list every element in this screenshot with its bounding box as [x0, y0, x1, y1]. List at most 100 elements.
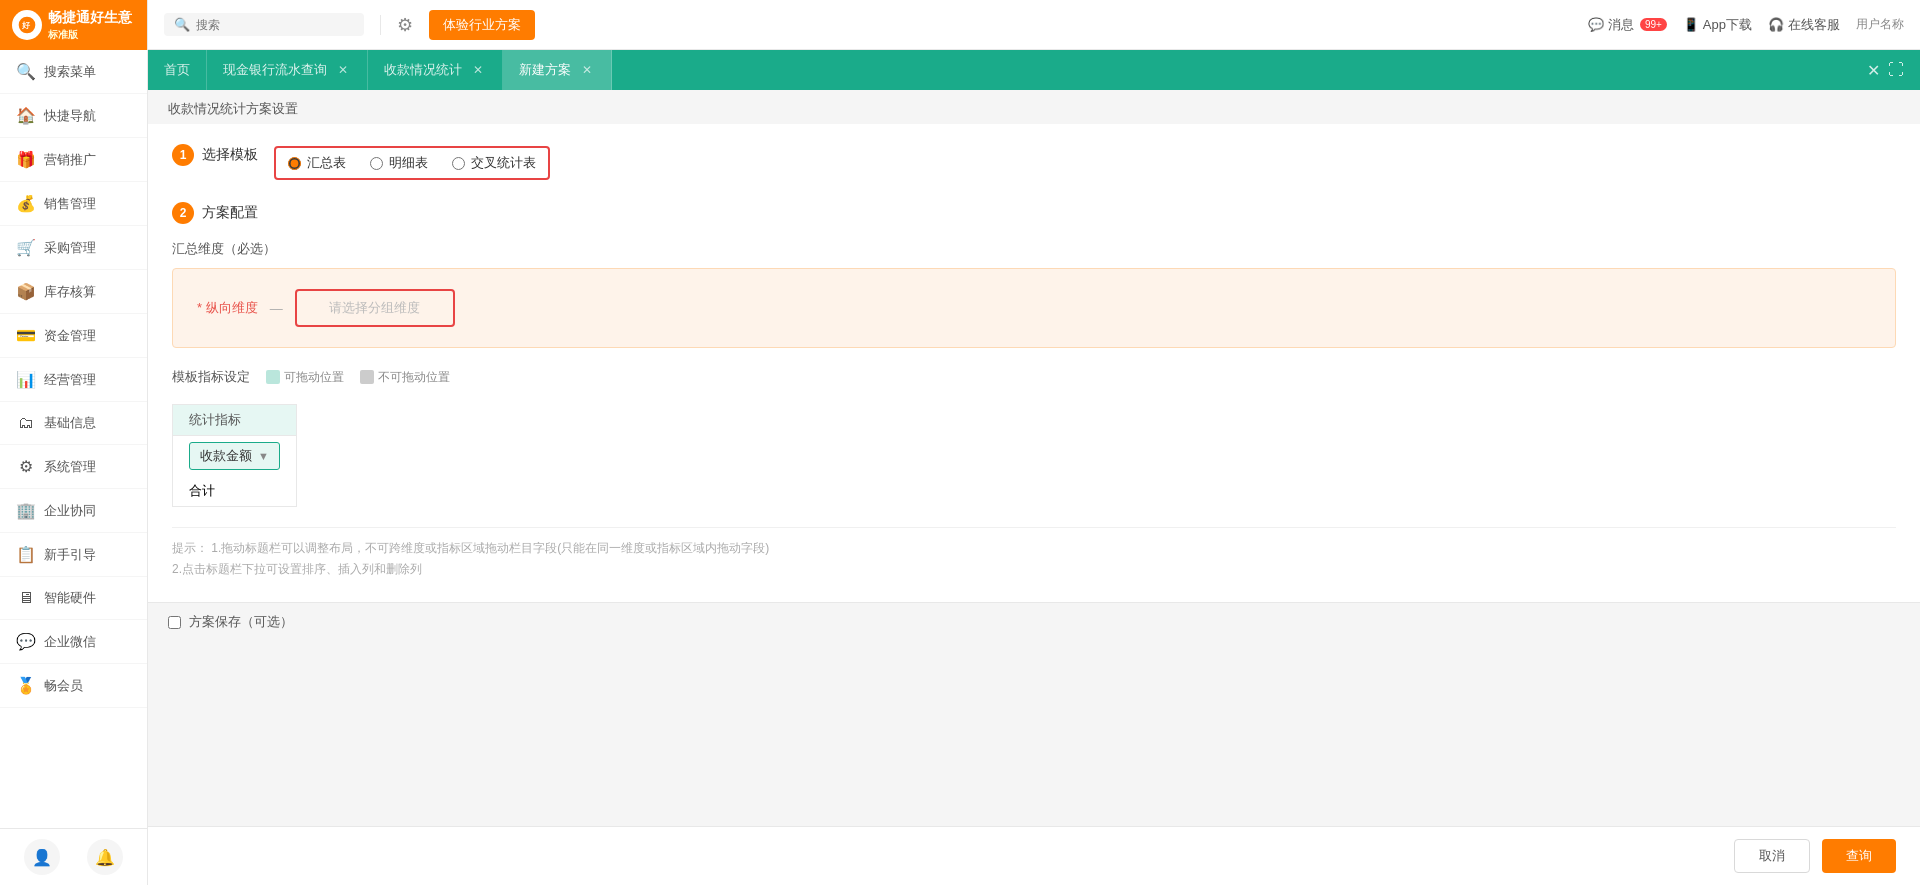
sidebar-item-guide[interactable]: 📋 新手引导 [0, 533, 147, 577]
radio-detail-input[interactable] [370, 157, 383, 170]
step2-section: 2 方案配置 汇总维度（必选） * 纵向维度 — 请选择分组维度 模板指标设定 [172, 202, 1896, 578]
sidebar-item-label: 智能硬件 [44, 589, 96, 607]
sidebar-bottom: 👤 🔔 [0, 828, 147, 885]
purchase-icon: 🛒 [16, 238, 36, 257]
stats-sum-label: 合计 [189, 482, 215, 500]
sidebar-item-purchase[interactable]: 🛒 采购管理 [0, 226, 147, 270]
sidebar-item-label: 搜索菜单 [44, 63, 96, 81]
topbar: 🔍 ⚙ 体验行业方案 💬 消息 99+ 📱 App下载 🎧 在线客服 用户名称 [148, 0, 1920, 50]
sidebar-item-label: 采购管理 [44, 239, 96, 257]
content-area: 收款情况统计方案设置 1 选择模板 汇总表 明细表 [148, 90, 1920, 826]
stats-tag-caret-icon: ▼ [258, 450, 269, 462]
save-check-label[interactable]: 方案保存（可选） [168, 613, 293, 631]
radio-summary-label: 汇总表 [307, 154, 346, 172]
inventory-icon: 📦 [16, 282, 36, 301]
topbar-right: 💬 消息 99+ 📱 App下载 🎧 在线客服 用户名称 [1588, 16, 1904, 34]
radio-detail[interactable]: 明细表 [370, 154, 428, 172]
tab-bank-flow[interactable]: 现金银行流水查询 ✕ [207, 50, 368, 90]
legend-draggable-dot [266, 370, 280, 384]
dim-config-area: * 纵向维度 — 请选择分组维度 [172, 268, 1896, 348]
tab-bank-flow-close-icon[interactable]: ✕ [335, 62, 351, 78]
svg-text:好: 好 [21, 21, 31, 30]
save-checkbox[interactable] [168, 616, 181, 629]
radio-cross[interactable]: 交叉统计表 [452, 154, 536, 172]
topbar-search-box[interactable]: 🔍 [164, 13, 364, 36]
sidebar-item-marketing[interactable]: 🎁 营销推广 [0, 138, 147, 182]
sidebar-item-search-menu[interactable]: 🔍 搜索菜单 [0, 50, 147, 94]
save-check-text: 方案保存（可选） [189, 613, 293, 631]
tab-collection-stats[interactable]: 收款情况统计 ✕ [368, 50, 503, 90]
sidebar-item-system[interactable]: ⚙ 系统管理 [0, 445, 147, 489]
message-button[interactable]: 💬 消息 99+ [1588, 16, 1667, 34]
cancel-button[interactable]: 取消 [1734, 839, 1810, 873]
tabbar: 首页 现金银行流水查询 ✕ 收款情况统计 ✕ 新建方案 ✕ ✕ ⛶ [148, 50, 1920, 90]
sidebar-item-hardware[interactable]: 🖥 智能硬件 [0, 577, 147, 620]
sidebar-bottom-icon-2[interactable]: 🔔 [87, 839, 123, 875]
sidebar-item-label: 营销推广 [44, 151, 96, 169]
indicator-settings: 模板指标设定 可拖动位置 不可拖动位置 [172, 368, 1896, 507]
topbar-search-icon: 🔍 [174, 17, 190, 32]
sidebar-item-enterprise[interactable]: 🏢 企业协同 [0, 489, 147, 533]
sidebar-item-member[interactable]: 🏅 畅会员 [0, 664, 147, 708]
radio-cross-input[interactable] [452, 157, 465, 170]
stats-tag-amount[interactable]: 收款金额 ▼ [189, 442, 280, 470]
dim-section-title: 汇总维度（必选） [172, 240, 1896, 258]
online-support-icon: 🎧 [1768, 17, 1784, 32]
page-title: 收款情况统计方案设置 [168, 101, 298, 116]
query-button[interactable]: 查询 [1822, 839, 1896, 873]
sidebar-item-label: 畅会员 [44, 677, 83, 695]
tab-new-plan-close-icon[interactable]: ✕ [579, 62, 595, 78]
tab-home[interactable]: 首页 [156, 50, 207, 90]
template-radio-group: 汇总表 明细表 交叉统计表 [274, 146, 550, 180]
app-name: 畅捷通好生意 [48, 9, 132, 27]
message-icon: 💬 [1588, 17, 1604, 32]
sidebar-item-basic-info[interactable]: 🗂 基础信息 [0, 402, 147, 445]
radio-summary[interactable]: 汇总表 [288, 154, 346, 172]
basic-info-icon: 🗂 [16, 414, 36, 432]
hint-1: 提示： 1.拖动标题栏可以调整布局，不可跨维度或指标区域拖动栏目字段(只能在同一… [172, 540, 1896, 557]
legend-draggable: 可拖动位置 [266, 369, 344, 386]
sidebar-item-label: 基础信息 [44, 414, 96, 432]
sidebar-item-sales[interactable]: 💰 销售管理 [0, 182, 147, 226]
sidebar: 好 畅捷通好生意 标准版 🔍 搜索菜单 🏠 快捷导航 🎁 营销推广 💰 销售管理… [0, 0, 148, 885]
main-area: 🔍 ⚙ 体验行业方案 💬 消息 99+ 📱 App下载 🎧 在线客服 用户名称 [148, 0, 1920, 885]
message-label: 消息 [1608, 16, 1634, 34]
radio-summary-input[interactable] [288, 157, 301, 170]
sidebar-item-label: 企业协同 [44, 502, 96, 520]
tab-new-plan[interactable]: 新建方案 ✕ [503, 50, 612, 90]
member-icon: 🏅 [16, 676, 36, 695]
sidebar-item-finance[interactable]: 💳 资金管理 [0, 314, 147, 358]
app-download-button[interactable]: 📱 App下载 [1683, 16, 1752, 34]
sidebar-item-label: 销售管理 [44, 195, 96, 213]
tab-collection-stats-close-icon[interactable]: ✕ [470, 62, 486, 78]
operations-icon: 📊 [16, 370, 36, 389]
sidebar-item-label: 企业微信 [44, 633, 96, 651]
tab-close-all-button[interactable]: ✕ [1867, 61, 1880, 80]
dim-select-box[interactable]: 请选择分组维度 [295, 289, 455, 327]
online-support-button[interactable]: 🎧 在线客服 [1768, 16, 1840, 34]
hardware-icon: 🖥 [16, 589, 36, 607]
finance-icon: 💳 [16, 326, 36, 345]
legend-not-draggable-label: 不可拖动位置 [378, 369, 450, 386]
dim-arrow: — [270, 301, 283, 316]
topbar-gear-icon[interactable]: ⚙ [397, 14, 413, 36]
bottom-bar: 方案保存（可选） [148, 602, 1920, 641]
legend-draggable-label: 可拖动位置 [284, 369, 344, 386]
page-header: 收款情况统计方案设置 [148, 90, 1920, 124]
industry-solution-button[interactable]: 体验行业方案 [429, 10, 535, 40]
tab-expand-button[interactable]: ⛶ [1888, 61, 1904, 79]
sidebar-item-operations[interactable]: 📊 经营管理 [0, 358, 147, 402]
sidebar-item-quick-nav[interactable]: 🏠 快捷导航 [0, 94, 147, 138]
footer-buttons: 取消 查询 [148, 826, 1920, 885]
indicator-settings-header: 模板指标设定 可拖动位置 不可拖动位置 [172, 368, 1896, 386]
stats-tag-label: 收款金额 [200, 447, 252, 465]
sidebar-bottom-icon-1[interactable]: 👤 [24, 839, 60, 875]
step2-num: 2 [172, 202, 194, 224]
topbar-search-input[interactable] [196, 18, 336, 32]
sidebar-item-wechat[interactable]: 💬 企业微信 [0, 620, 147, 664]
sidebar-item-label: 库存核算 [44, 283, 96, 301]
sidebar-item-inventory[interactable]: 📦 库存核算 [0, 270, 147, 314]
stats-table: 统计指标 收款金额 ▼ 合计 [172, 404, 297, 507]
indicator-settings-title: 模板指标设定 [172, 368, 250, 386]
logo-icon: 好 [12, 10, 42, 40]
